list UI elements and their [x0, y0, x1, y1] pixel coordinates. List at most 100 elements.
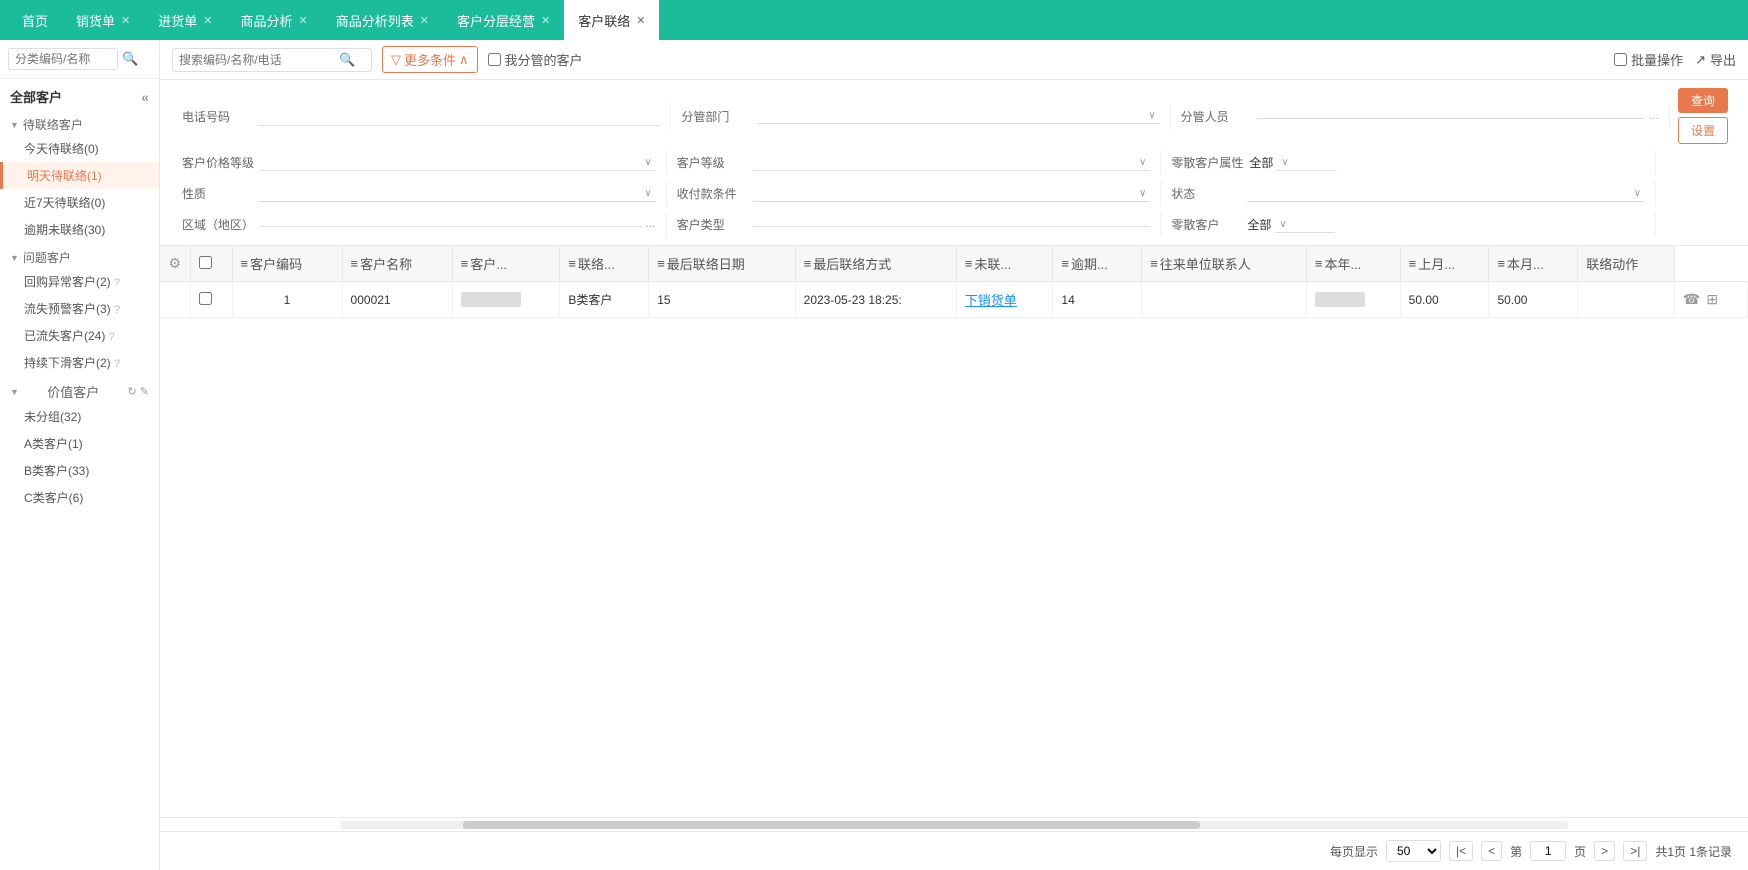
export-button[interactable]: ↗ 导出 — [1695, 50, 1736, 69]
chevron-down-icon-8: ∨ — [1279, 219, 1286, 230]
filter-select-nature[interactable]: ∨ — [258, 186, 656, 202]
filter-cell-grade: 客户等级 ∨ — [667, 150, 1162, 175]
col-settings[interactable]: ⚙ — [160, 246, 190, 282]
col-header-code: ≡客户编码 — [232, 246, 342, 282]
filter-cell-scatter-attr: 零散客户属性 全部 ∨ — [1161, 150, 1656, 175]
nav-goods-list[interactable]: 商品分析列表 ✕ — [322, 0, 443, 40]
sidebar-search-icon[interactable]: 🔍 — [122, 51, 138, 67]
person-ellipsis[interactable]: … — [1649, 111, 1659, 122]
prev-page-button[interactable]: < — [1481, 841, 1502, 861]
toolbar-search-input[interactable] — [179, 53, 339, 67]
nav-home[interactable]: 首页 — [8, 0, 62, 40]
page-number-input[interactable] — [1530, 841, 1566, 861]
table-row: 1 000021 B类客户 15 2023-05-23 18:25: 下销货单 … — [160, 282, 1748, 318]
sidebar-item-class-b[interactable]: B类客户(33) — [0, 457, 159, 484]
more-action-icon[interactable]: ⊞ — [1706, 291, 1718, 308]
cell-num: 1 — [232, 282, 342, 318]
nav-goods-analysis[interactable]: 商品分析 ✕ — [226, 0, 321, 40]
cell-uncontacted: 14 — [1053, 282, 1142, 318]
cell-overdue — [1142, 282, 1307, 318]
filter-cell-scatter: 零散客户 全部 ∨ — [1161, 212, 1656, 237]
per-page-select[interactable]: 50 100 200 — [1386, 840, 1441, 862]
chevron-down-icon-7: ∨ — [1634, 188, 1641, 199]
select-all-checkbox[interactable] — [199, 256, 212, 269]
filter-select-status[interactable]: ∨ — [1247, 186, 1645, 202]
cell-last-method[interactable]: 下销货单 — [956, 282, 1053, 318]
sidebar-all-customers[interactable]: 全部客户 « — [0, 79, 159, 110]
contact-action-icon[interactable]: ☎ — [1683, 291, 1700, 308]
cell-category: B类客户 — [560, 282, 649, 318]
next-page-button[interactable]: > — [1594, 841, 1615, 861]
region-ellipsis[interactable]: … — [646, 219, 656, 230]
nav-customer-tier[interactable]: 客户分层经营 ✕ — [443, 0, 564, 40]
my-customers-checkbox[interactable] — [488, 53, 501, 66]
nav-sales[interactable]: 销货单 ✕ — [62, 0, 144, 40]
collapse-icon[interactable]: « — [141, 89, 149, 105]
row-checkbox[interactable] — [199, 292, 212, 305]
set-button[interactable]: 设置 — [1678, 117, 1728, 144]
sidebar-search-area: 🔍 — [0, 40, 159, 79]
sidebar-search-input[interactable] — [8, 48, 118, 70]
sidebar-item-class-a[interactable]: A类客户(1) — [0, 430, 159, 457]
toolbar-search-icon[interactable]: 🔍 — [339, 52, 355, 68]
filter-cell-status: 状态 ∨ — [1161, 181, 1656, 206]
sidebar-item-class-c[interactable]: C类客户(6) — [0, 484, 159, 511]
close-goods-analysis-icon[interactable]: ✕ — [299, 14, 308, 27]
scrollbar-track[interactable] — [340, 821, 1568, 829]
col-header-name: ≡客户名称 — [342, 246, 452, 282]
sidebar-item-tomorrow[interactable]: 明天待联络(1) — [0, 162, 159, 189]
more-filters-button[interactable]: ▽ 更多条件 ∧ — [382, 46, 478, 73]
filter-select-person[interactable] — [1257, 114, 1645, 119]
nav-purchase[interactable]: 进货单 ✕ — [144, 0, 226, 40]
last-page-button[interactable]: >| — [1623, 841, 1647, 861]
filter-select-region[interactable] — [260, 222, 642, 227]
sidebar-item-week7[interactable]: 近7天待联络(0) — [0, 189, 159, 216]
sidebar-item-overdue[interactable]: 逾期未联络(30) — [0, 216, 159, 243]
filter-select-price-grade[interactable]: ∨ — [260, 155, 656, 171]
chevron-down-icon-6: ∨ — [1139, 188, 1146, 199]
cell-name[interactable] — [452, 282, 560, 318]
filter-row-4: 区域（地区） … 客户类型 零散客户 全部 ∨ — [172, 212, 1736, 237]
filter-select-grade[interactable]: ∨ — [753, 155, 1151, 171]
cell-contact-person — [1306, 282, 1400, 318]
filter-cell-person: 分管人员 … — [1171, 104, 1670, 129]
customer-table: ⚙ ≡客户编码 ≡客户名称 ≡客户... ≡联络... — [160, 246, 1748, 318]
sidebar-item-today[interactable]: 今天待联络(0) — [0, 135, 159, 162]
sidebar-item-churn-warn[interactable]: 流失预警客户(3) ? — [0, 295, 159, 322]
sidebar-item-declining[interactable]: 持续下滑客户(2) ? — [0, 349, 159, 376]
settings-icon[interactable]: ⚙ — [168, 255, 181, 271]
close-customer-tier-icon[interactable]: ✕ — [541, 14, 550, 27]
scrollbar-thumb[interactable] — [463, 821, 1200, 829]
sidebar-item-ungrouped[interactable]: 未分组(32) — [0, 403, 159, 430]
filter-select-dept[interactable]: ∨ — [757, 108, 1159, 124]
batch-op-checkbox[interactable] — [1614, 53, 1627, 66]
col-header-contact-person: ≡往来单位联系人 — [1142, 246, 1307, 282]
table-header-row: ⚙ ≡客户编码 ≡客户名称 ≡客户... ≡联络... — [160, 246, 1748, 282]
filter-panel: 电话号码 分管部门 ∨ 分管人员 … — [160, 80, 1748, 246]
close-goods-list-icon[interactable]: ✕ — [420, 14, 429, 27]
first-page-button[interactable]: |< — [1449, 841, 1473, 861]
page-label: 第 — [1510, 843, 1522, 860]
close-purchase-icon[interactable]: ✕ — [203, 14, 212, 27]
close-sales-icon[interactable]: ✕ — [121, 14, 130, 27]
filter-select-scatter[interactable]: ∨ — [1275, 217, 1335, 233]
filter-select-payment[interactable]: ∨ — [753, 186, 1151, 202]
nav-customer-contact[interactable]: 客户联络 ✕ — [564, 0, 659, 40]
query-button[interactable]: 查询 — [1678, 88, 1728, 113]
sidebar-item-churned[interactable]: 已流失客户(24) ? — [0, 322, 159, 349]
cell-contact-count: 15 — [649, 282, 795, 318]
page-suffix-label: 页 — [1574, 843, 1586, 860]
sidebar-item-repurchase[interactable]: 回购异常客户(2) ? — [0, 268, 159, 295]
filter-input-phone[interactable] — [258, 107, 660, 126]
filter-label-phone: 电话号码 — [182, 108, 252, 125]
filter-select-customer-type[interactable] — [753, 222, 1151, 227]
sidebar-group-value: 价值客户 ↻ ✎ — [0, 376, 159, 403]
filter-label-payment: 收付款条件 — [677, 185, 747, 202]
chevron-down-icon-3: ∨ — [1139, 157, 1146, 168]
batch-op-button[interactable]: 批量操作 — [1614, 50, 1683, 69]
close-customer-contact-icon[interactable]: ✕ — [636, 14, 645, 27]
filter-select-scatter-attr[interactable]: ∨ — [1277, 155, 1337, 171]
col-header-last-date: ≡最后联络日期 — [649, 246, 795, 282]
my-customers-checkbox-area[interactable]: 我分管的客户 — [488, 50, 583, 69]
filter-row-3: 性质 ∨ 收付款条件 ∨ 状态 — [172, 181, 1736, 206]
